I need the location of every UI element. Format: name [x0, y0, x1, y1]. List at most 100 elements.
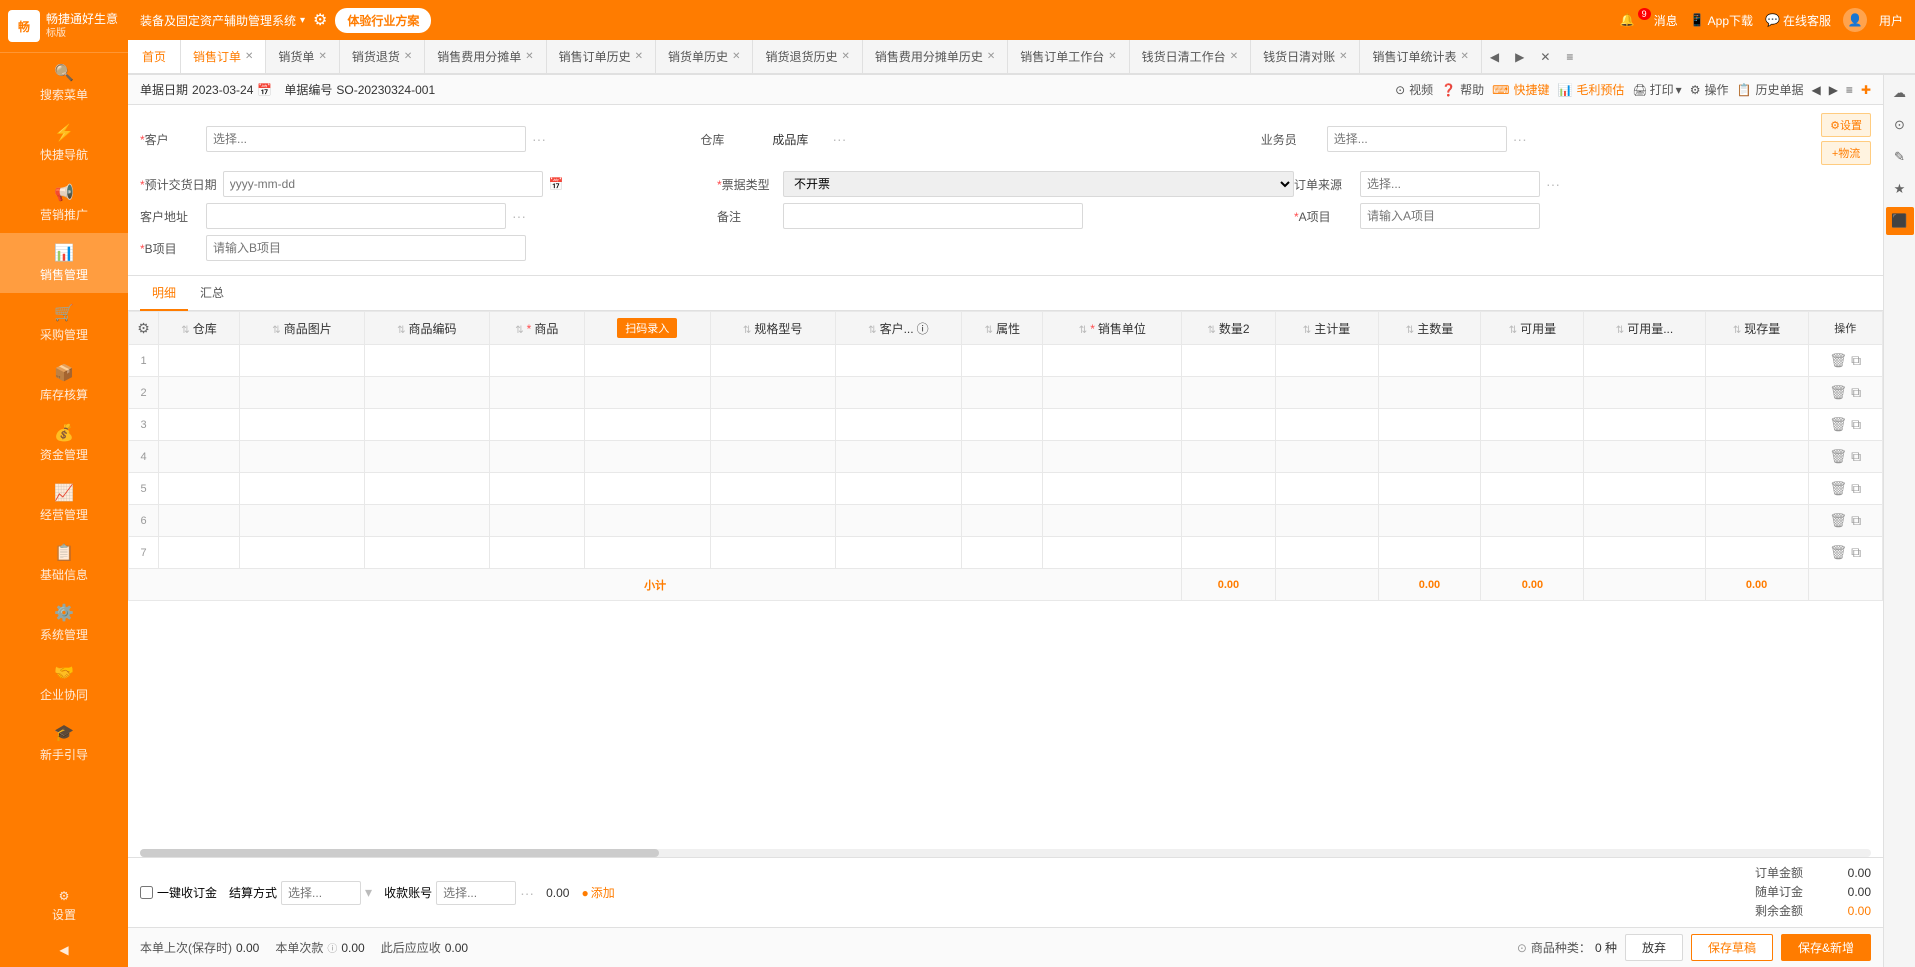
- sidebar-item-inventory[interactable]: 📦 库存核算: [0, 353, 128, 413]
- cell-available-more[interactable]: [1584, 345, 1705, 377]
- cell-product-code[interactable]: [364, 473, 489, 505]
- sidebar-item-quick[interactable]: ⚡ 快捷导航: [0, 113, 128, 173]
- row-copy-icon[interactable]: ⧉: [1851, 416, 1861, 433]
- cell-product[interactable]: [489, 441, 584, 473]
- cell-spec[interactable]: [710, 409, 835, 441]
- cell-available-qty[interactable]: [1481, 473, 1584, 505]
- cell-warehouse[interactable]: [159, 409, 240, 441]
- cell-current-stock[interactable]: [1705, 377, 1808, 409]
- cell-product[interactable]: [489, 377, 584, 409]
- cell-available-qty[interactable]: [1481, 537, 1584, 569]
- project-b-input[interactable]: [206, 235, 526, 261]
- row-delete-icon[interactable]: 🗑: [1829, 512, 1847, 529]
- row-copy-icon[interactable]: ⧉: [1851, 544, 1861, 561]
- cell-main-qty[interactable]: [1378, 537, 1481, 569]
- project-a-input[interactable]: [1360, 203, 1540, 229]
- cell-customer-ref[interactable]: [835, 473, 962, 505]
- cell-product-code[interactable]: [364, 345, 489, 377]
- sidebar-item-marketing[interactable]: 📢 营销推广: [0, 173, 128, 233]
- cell-attributes[interactable]: [962, 473, 1043, 505]
- tab-close-sales-order[interactable]: ✕: [245, 51, 253, 62]
- cell-sales-unit[interactable]: [1043, 441, 1182, 473]
- cell-main-qty[interactable]: [1378, 409, 1481, 441]
- cell-product[interactable]: [489, 505, 584, 537]
- cell-available-more[interactable]: [1584, 441, 1705, 473]
- cell-product-code[interactable]: [364, 505, 489, 537]
- cell-warehouse[interactable]: [159, 377, 240, 409]
- cell-available-more[interactable]: [1584, 505, 1705, 537]
- cell-available-more[interactable]: [1584, 409, 1705, 441]
- address-more-btn[interactable]: ···: [512, 208, 526, 224]
- cell-customer-ref[interactable]: [835, 505, 962, 537]
- cell-available-qty[interactable]: [1481, 377, 1584, 409]
- cell-product-code[interactable]: [364, 409, 489, 441]
- cell-product[interactable]: [489, 537, 584, 569]
- cell-main-unit[interactable]: [1275, 441, 1378, 473]
- row-copy-icon[interactable]: ⧉: [1851, 512, 1861, 529]
- cell-available-more[interactable]: [1584, 473, 1705, 505]
- tab-sales-expense-split[interactable]: 销售费用分摊单 ✕: [425, 40, 546, 73]
- salesperson-input[interactable]: [1327, 126, 1507, 152]
- toolbar-prev-btn[interactable]: ◀: [1811, 83, 1820, 97]
- online-service-btn[interactable]: 💬 在线客服: [1765, 12, 1831, 29]
- tab-prev-btn[interactable]: ◀: [1482, 44, 1507, 70]
- table-gear-icon[interactable]: ⚙: [137, 320, 150, 336]
- sidebar-item-purchase[interactable]: 🛒 采购管理: [0, 293, 128, 353]
- tab-close-all-btn[interactable]: ✕: [1532, 44, 1558, 70]
- row-delete-icon[interactable]: 🗑: [1829, 416, 1847, 433]
- tab-daily-clear-account[interactable]: 钱货日清对账 ✕: [1251, 40, 1360, 73]
- cell-attributes[interactable]: [962, 537, 1043, 569]
- cell-customer-ref[interactable]: [835, 345, 962, 377]
- tab-sales-return[interactable]: 销货单 ✕: [266, 40, 339, 73]
- operate-btn[interactable]: ⚙ 操作: [1690, 81, 1729, 98]
- cell-available-qty[interactable]: [1481, 409, 1584, 441]
- tab-expense-split-history[interactable]: 销售费用分摊单历史 ✕: [863, 40, 1008, 73]
- cell-main-unit[interactable]: [1275, 505, 1378, 537]
- cell-current-stock[interactable]: [1705, 505, 1808, 537]
- tab-list-btn[interactable]: ≡: [1558, 44, 1581, 70]
- customer-input[interactable]: [206, 126, 526, 152]
- scan-input-btn[interactable]: 扫码录入: [617, 318, 677, 338]
- scroll-thumb[interactable]: [140, 849, 659, 857]
- cell-main-unit[interactable]: [1275, 409, 1378, 441]
- cell-qty2[interactable]: [1182, 377, 1275, 409]
- sidebar-item-guide[interactable]: 🎓 新手引导: [0, 713, 128, 773]
- tab-close-sales-refund[interactable]: ✕: [404, 51, 412, 62]
- cell-qty2[interactable]: [1182, 345, 1275, 377]
- address-input[interactable]: [206, 203, 506, 229]
- row-delete-icon[interactable]: 🗑: [1829, 448, 1847, 465]
- tab-close-daily-clear-workbench[interactable]: ✕: [1230, 51, 1238, 62]
- settings-action-btn[interactable]: ⚙设置: [1821, 113, 1871, 137]
- cell-spec[interactable]: [710, 537, 835, 569]
- cell-spec[interactable]: [710, 505, 835, 537]
- tab-daily-clear-workbench[interactable]: 钱货日清工作台 ✕: [1130, 40, 1251, 73]
- save-new-btn[interactable]: 保存&新增: [1781, 934, 1871, 961]
- cell-main-qty[interactable]: [1378, 377, 1481, 409]
- tab-sales-refund-history[interactable]: 销货退货历史 ✕: [753, 40, 862, 73]
- help-btn[interactable]: ❓ 帮助: [1441, 81, 1484, 98]
- sidebar-item-finance[interactable]: 💰 资金管理: [0, 413, 128, 473]
- profit-btn[interactable]: 📊 毛利预估: [1557, 81, 1624, 98]
- cell-product-code[interactable]: [364, 537, 489, 569]
- detail-tab-summary[interactable]: 汇总: [188, 276, 236, 311]
- tab-close-order-stats[interactable]: ✕: [1461, 51, 1469, 62]
- cell-sales-unit[interactable]: [1043, 537, 1182, 569]
- row-copy-icon[interactable]: ⧉: [1851, 384, 1861, 401]
- cell-product-code[interactable]: [364, 441, 489, 473]
- cell-attributes[interactable]: [962, 441, 1043, 473]
- header-gear-btn[interactable]: ⚙: [313, 10, 327, 30]
- toolbar-new-btn[interactable]: ✚: [1861, 83, 1871, 97]
- right-panel-edit-btn[interactable]: ✎: [1886, 143, 1914, 171]
- calendar-icon[interactable]: 📅: [257, 83, 272, 97]
- sidebar-item-base[interactable]: 📋 基础信息: [0, 533, 128, 593]
- sidebar-item-enterprise[interactable]: 🤝 企业协同: [0, 653, 128, 713]
- row-copy-icon[interactable]: ⧉: [1851, 448, 1861, 465]
- customer-more-btn[interactable]: ···: [532, 131, 546, 147]
- detail-tab-detail[interactable]: 明细: [140, 276, 188, 311]
- add-btn[interactable]: ● 添加: [581, 884, 614, 901]
- toolbar-next-btn[interactable]: ▶: [1829, 83, 1838, 97]
- tab-order-workbench[interactable]: 销售订单工作台 ✕: [1008, 40, 1129, 73]
- cell-qty2[interactable]: [1182, 441, 1275, 473]
- sidebar-settings-btn[interactable]: ⚙ 设置: [0, 879, 128, 933]
- cell-current-stock[interactable]: [1705, 345, 1808, 377]
